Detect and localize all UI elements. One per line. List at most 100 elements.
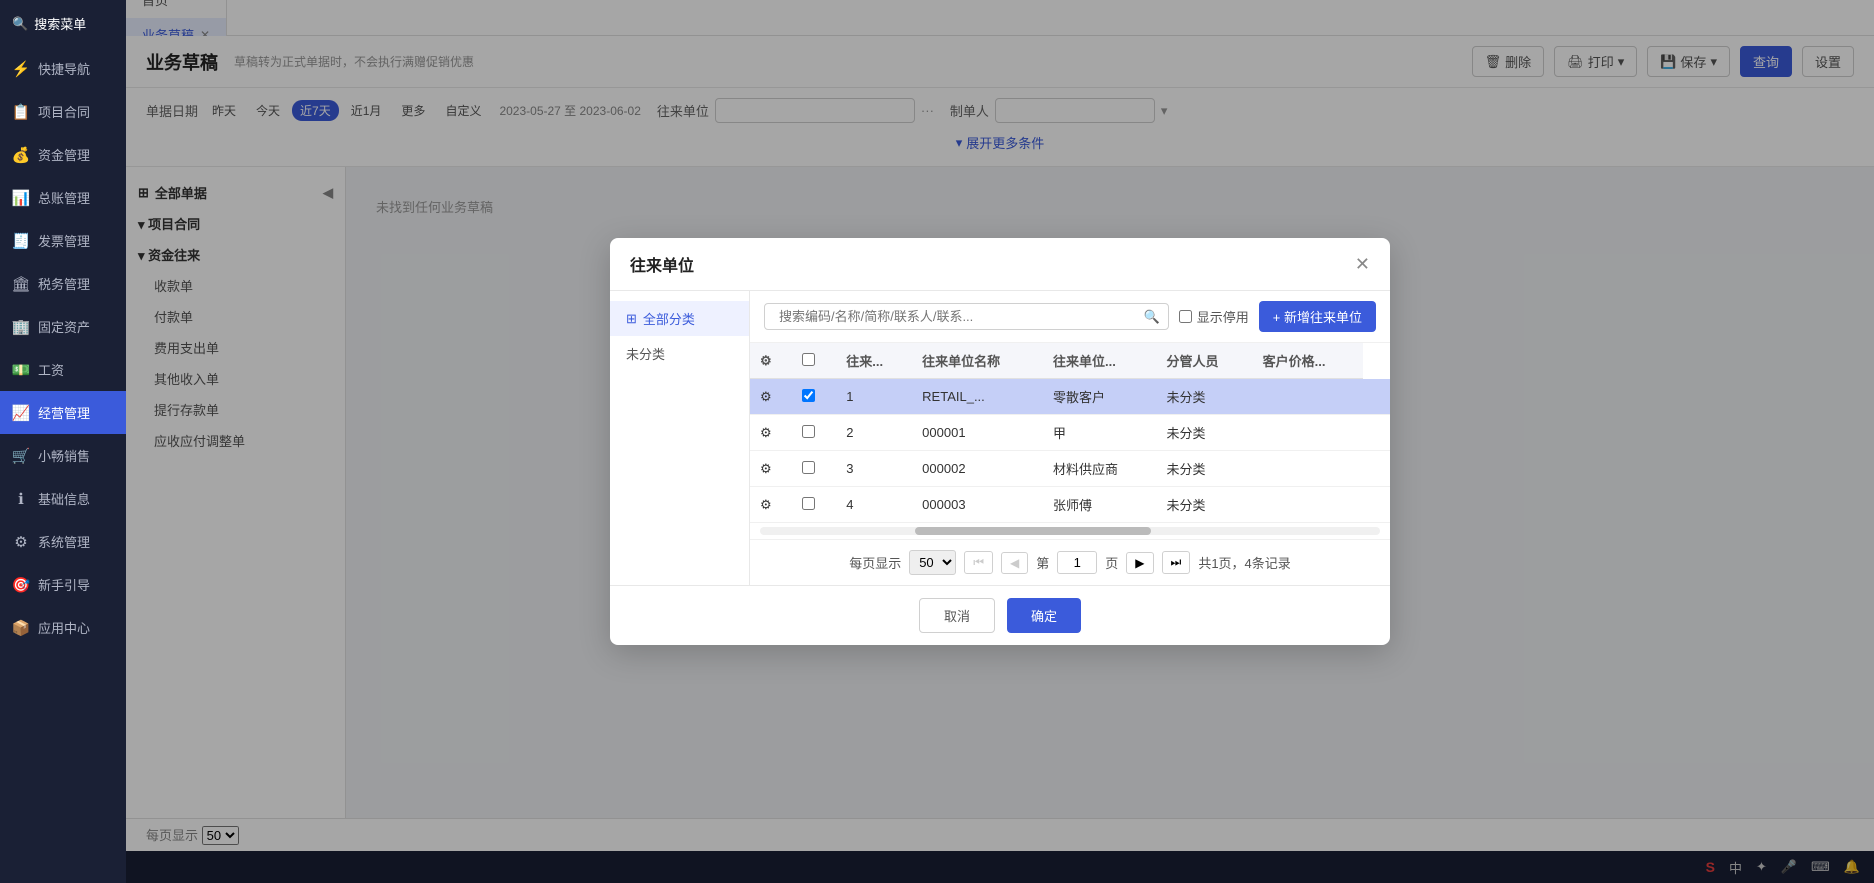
row-price: [1363, 379, 1390, 415]
page-input[interactable]: [1057, 551, 1097, 574]
scrollbar-thumb: [915, 527, 1151, 535]
cancel-button[interactable]: 取消: [919, 598, 995, 633]
row-check[interactable]: [792, 415, 836, 451]
show-disabled-checkbox[interactable]: 显示停用: [1179, 307, 1249, 326]
page-prefix: 第: [1036, 553, 1049, 572]
last-page-btn[interactable]: ⏭: [1162, 551, 1191, 574]
sidebar-item-app-center[interactable]: 📦应用中心: [0, 606, 126, 649]
table-row[interactable]: ⚙ 4 000003 张师傅 未分类: [750, 487, 1390, 523]
sidebar-search-label: 搜索菜单: [34, 14, 86, 33]
search-input[interactable]: [773, 304, 1144, 329]
table-row[interactable]: ⚙ 3 000002 材料供应商 未分类: [750, 451, 1390, 487]
dialog-sidebar-all[interactable]: ⊞全部分类: [610, 301, 749, 336]
row-check[interactable]: [792, 379, 836, 415]
settings-icon: ⚙: [760, 497, 772, 512]
sidebar-item-account-mgmt[interactable]: 📊 总账管理: [0, 176, 126, 219]
search-icon: 🔍: [1144, 309, 1160, 325]
select-all-checkbox[interactable]: [802, 353, 815, 366]
col-price: 客户价格...: [1253, 343, 1364, 379]
settings-icon: ⚙: [760, 389, 772, 404]
sidebar-item-project-contract[interactable]: 📋项目合同: [0, 90, 126, 133]
sidebar-item-new-guide[interactable]: 🎯 新手引导: [0, 563, 126, 606]
sidebar-item-salary[interactable]: 💵工资: [0, 348, 126, 391]
dialog-sidebar-items: ⊞全部分类未分类: [610, 301, 749, 371]
sidebar-search[interactable]: 🔍 搜索菜单: [0, 0, 126, 47]
col-code: 往来...: [836, 343, 912, 379]
row-manager: [1253, 415, 1364, 451]
invoice-mgmt-icon: 🧾: [12, 232, 30, 250]
row-name: 张师傅: [1043, 487, 1156, 523]
base-info-icon: ℹ: [12, 490, 30, 508]
sidebar-item-capital-mgmt[interactable]: 💰资金管理: [0, 133, 126, 176]
table-row[interactable]: ⚙ 2 000001 甲 未分类: [750, 415, 1390, 451]
row-no: 1: [836, 379, 912, 415]
row-checkbox[interactable]: [802, 425, 815, 438]
per-page-select[interactable]: 50: [909, 550, 956, 575]
next-page-btn[interactable]: ▶: [1126, 552, 1153, 574]
app-center-icon: 📦: [12, 619, 30, 637]
sidebar-item-base-info[interactable]: ℹ基础信息: [0, 477, 126, 520]
main-area: 首页业务草稿✕ 业务草稿 草稿转为正式单据时，不会执行满赠促销优惠 🗑 删除 🖨…: [126, 0, 1874, 883]
dialog-footer: 取消 确定: [610, 585, 1390, 645]
sidebar-item-xiaochang-sales[interactable]: 🛒小畅销售: [0, 434, 126, 477]
capital-mgmt-icon: 💰: [12, 146, 30, 164]
row-checkbox[interactable]: [802, 389, 815, 402]
row-price: [1363, 487, 1390, 523]
row-price: [1363, 415, 1390, 451]
row-check[interactable]: [792, 451, 836, 487]
search-icon: 🔍: [12, 16, 28, 32]
row-manager: [1253, 379, 1364, 415]
row-manager: [1253, 451, 1364, 487]
sidebar-item-ops-mgmt[interactable]: 📈经营管理: [0, 391, 126, 434]
dialog-sidebar: ⊞全部分类未分类: [610, 291, 750, 585]
row-type: 未分类: [1157, 415, 1253, 451]
sidebar-item-invoice-mgmt[interactable]: 🧾 发票管理: [0, 219, 126, 262]
row-settings: ⚙: [750, 379, 792, 415]
sidebar-label-new-guide: 新手引导: [38, 575, 90, 594]
total-label: 共1页，4条记录: [1198, 553, 1290, 572]
row-check[interactable]: [792, 487, 836, 523]
settings-icon: ⚙: [760, 461, 772, 476]
sidebar-item-tax-mgmt[interactable]: 🏛税务管理: [0, 262, 126, 305]
col-name: 往来单位名称: [912, 343, 1043, 379]
row-checkbox[interactable]: [802, 497, 815, 510]
table-header-row: ⚙ 往来... 往来单位名称 往来单位... 分管人员 客户价格...: [750, 343, 1390, 379]
dialog-sidebar-label-uncategorized: 未分类: [626, 344, 665, 363]
hash-icon: ⊞: [626, 311, 637, 327]
row-code: 000003: [912, 487, 1043, 523]
sidebar-label-invoice-mgmt: 发票管理: [38, 231, 90, 250]
sidebar-item-sys-mgmt[interactable]: ⚙ 系统管理: [0, 520, 126, 563]
sidebar-label-project-contract: 项目合同: [38, 102, 90, 121]
col-manager: 分管人员: [1157, 343, 1253, 379]
first-page-btn[interactable]: ⏮: [964, 551, 993, 574]
confirm-button[interactable]: 确定: [1007, 598, 1081, 633]
row-manager: [1253, 487, 1364, 523]
dialog-pagination: 每页显示 50 ⏮ ◀ 第 页 ▶ ⏭ 共1页，4条记录: [750, 539, 1390, 585]
account-mgmt-icon: 📊: [12, 189, 30, 207]
row-type: 未分类: [1157, 451, 1253, 487]
sys-mgmt-icon: ⚙: [12, 533, 30, 551]
sidebar-label-sys-mgmt: 系统管理: [38, 532, 90, 551]
sidebar-label-fixed-assets: 固定资产: [38, 317, 90, 336]
horizontal-scrollbar[interactable]: [760, 527, 1380, 535]
row-name: 材料供应商: [1043, 451, 1156, 487]
table-row[interactable]: ⚙ 1 RETAIL_... 零散客户 未分类: [750, 379, 1390, 415]
sidebar-label-salary: 工资: [38, 360, 64, 379]
sidebar-items: ⚡快捷导航📋项目合同💰资金管理 📊 总账管理 🧾 发票管理 🏛税务管理 🏢 固定资产 💵工资📈经…: [0, 47, 126, 649]
dialog-sidebar-uncategorized[interactable]: 未分类: [610, 336, 749, 371]
row-checkbox[interactable]: [802, 461, 815, 474]
row-price: [1363, 451, 1390, 487]
new-guide-icon: 🎯: [12, 576, 30, 594]
add-partner-button[interactable]: + 新增往来单位: [1259, 301, 1376, 332]
dialog-partner: 往来单位 ✕ ⊞全部分类未分类 🔍: [610, 238, 1390, 645]
row-settings: ⚙: [750, 451, 792, 487]
col-check: [792, 343, 836, 379]
sidebar-item-quick-nav[interactable]: ⚡快捷导航: [0, 47, 126, 90]
fixed-assets-icon: 🏢: [12, 318, 30, 336]
sidebar-item-fixed-assets[interactable]: 🏢 固定资产: [0, 305, 126, 348]
page-suffix: 页: [1105, 553, 1118, 572]
show-disabled-check[interactable]: [1179, 310, 1192, 323]
prev-page-btn[interactable]: ◀: [1001, 552, 1028, 574]
sidebar-label-account-mgmt: 总账管理: [38, 188, 90, 207]
dialog-close-button[interactable]: ✕: [1355, 254, 1370, 275]
